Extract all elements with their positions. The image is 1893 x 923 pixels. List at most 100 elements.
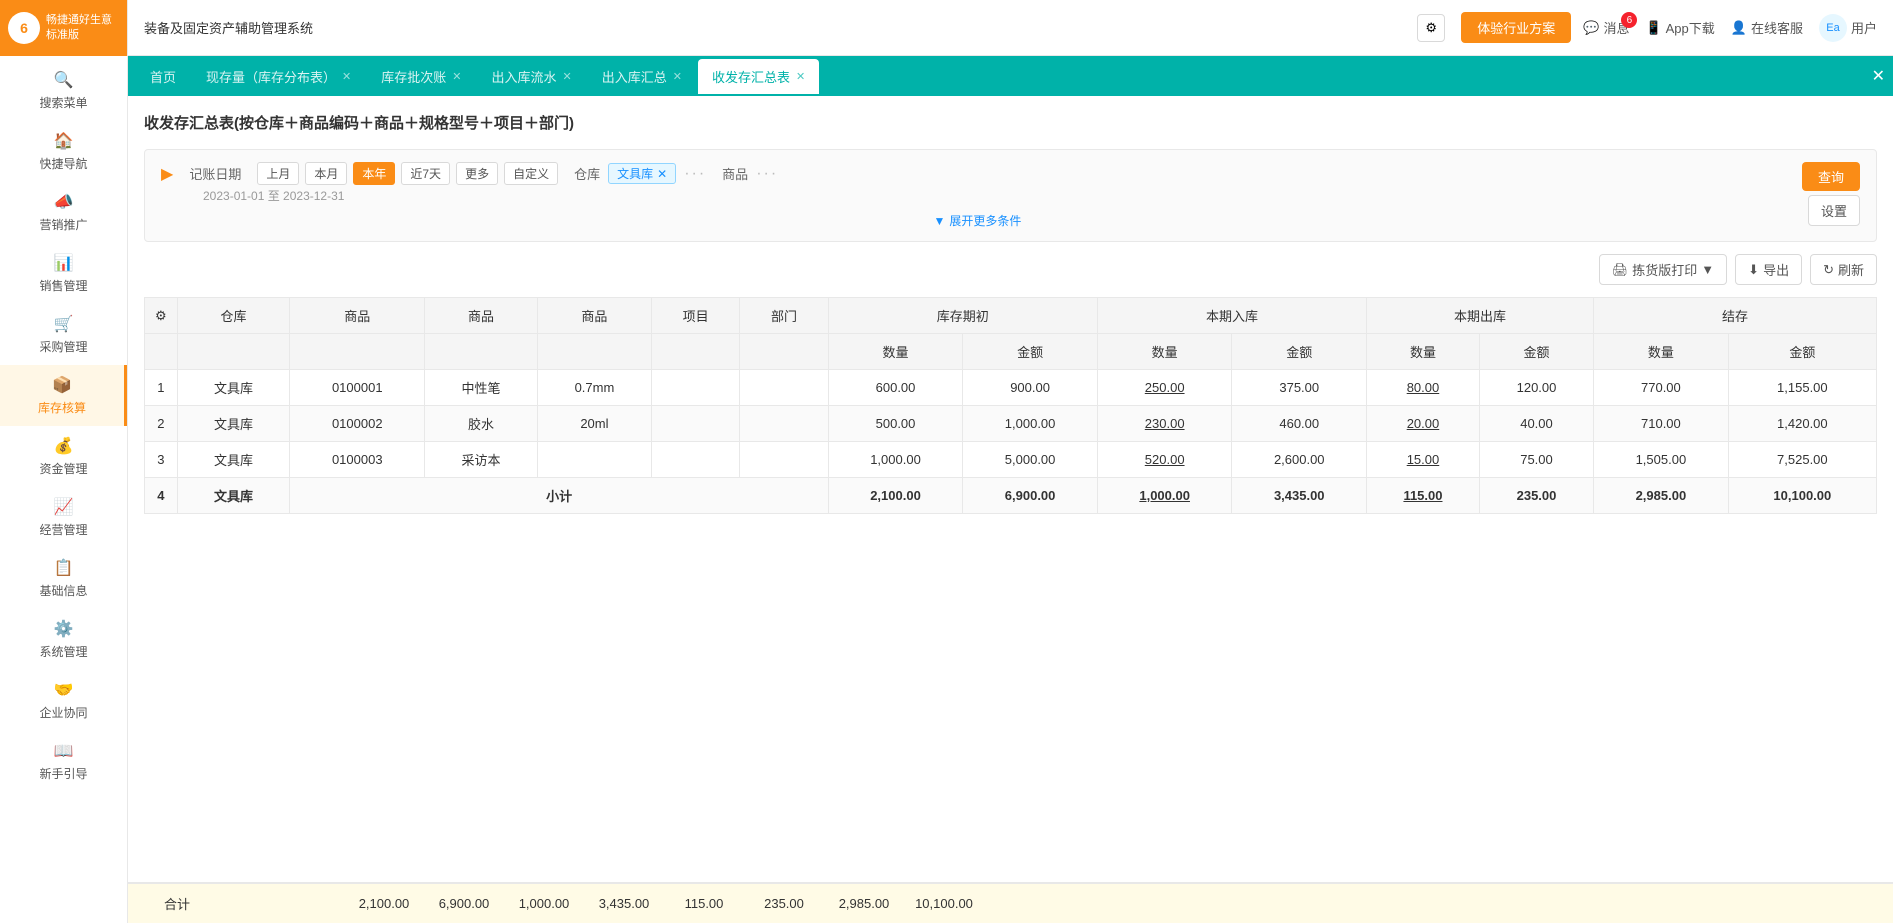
refresh-label: 刷新 <box>1838 260 1864 279</box>
row-out-qty[interactable]: 15.00 <box>1367 442 1480 478</box>
row-department <box>740 442 828 478</box>
tab-close-icon[interactable]: ✕ <box>563 70 572 83</box>
refresh-icon: ↻ <box>1823 262 1834 278</box>
marketing-icon: 📣 <box>54 192 74 212</box>
sidebar-item-system[interactable]: ⚙️系统管理 <box>0 609 127 670</box>
date-label: 记账日期 <box>189 164 241 183</box>
date-btn-自定义[interactable]: 自定义 <box>504 162 558 185</box>
logo-icon: 6 <box>8 12 40 44</box>
tab-close-icon[interactable]: ✕ <box>342 70 351 83</box>
tab-close-icon[interactable]: ✕ <box>673 70 682 83</box>
online-service-label: 在线客服 <box>1751 18 1803 37</box>
sidebar-item-business[interactable]: 📈 经营管理 <box>0 487 127 548</box>
page-title: 收发存汇总表(按仓库＋商品编码＋商品＋规格型号＋项目＋部门) <box>144 112 1877 133</box>
col-no-sub <box>145 334 178 370</box>
total-in-amt: 3,435.00 <box>584 892 664 915</box>
sidebar-item-purchase[interactable]: 🛒采购管理 <box>0 304 127 365</box>
sidebar-item-search[interactable]: 🔍搜索菜单 <box>0 60 127 121</box>
sidebar-item-guide[interactable]: 📖新手引导 <box>0 731 127 792</box>
main-area: 装备及固定资产辅助管理系统 ⚙ 体验行业方案 💬 消息 6 📱 App下载 👤 … <box>128 0 1893 923</box>
sidebar-item-quick-nav[interactable]: 🏠快捷导航 <box>0 121 127 182</box>
print-dropdown-icon: ▼ <box>1701 262 1714 277</box>
experience-button[interactable]: 体验行业方案 <box>1461 12 1571 43</box>
user-button[interactable]: Ea 用户 <box>1819 14 1877 42</box>
export-button[interactable]: ⬇ 导出 <box>1735 254 1802 285</box>
table-row: 3 文具库 0100003 采访本 1,000.00 5,000.00 520.… <box>145 442 1877 478</box>
print-button[interactable]: 🖨 拣货版打印 ▼ <box>1599 254 1727 285</box>
date-btn-上月[interactable]: 上月 <box>257 162 299 185</box>
tab-home[interactable]: 首页 <box>136 59 190 94</box>
row-goods-code: 0100002 <box>290 406 425 442</box>
sidebar-item-basic[interactable]: 📋基础信息 <box>0 548 127 609</box>
business-icon: 📈 <box>54 497 74 517</box>
goods-more-dots[interactable]: ··· <box>756 165 778 183</box>
row-opening-amt: 900.00 <box>963 370 1098 406</box>
col-department: 部门 <box>740 298 828 334</box>
row-out-qty[interactable]: 80.00 <box>1367 370 1480 406</box>
warehouse-tag-text: 文具库 <box>617 165 653 182</box>
total-label: 合计 <box>144 894 344 913</box>
sidebar-item-cooperation[interactable]: 🤝企业协同 <box>0 670 127 731</box>
row-in-qty[interactable]: 250.00 <box>1097 370 1232 406</box>
col-group-in: 本期入库 <box>1097 298 1366 334</box>
sidebar-item-inventory[interactable]: 📦库存核算 <box>0 365 127 426</box>
subtotal-in-qty[interactable]: 1,000.00 <box>1097 478 1232 514</box>
date-btn-本月[interactable]: 本月 <box>305 162 347 185</box>
online-service-button[interactable]: 👤 在线客服 <box>1731 18 1803 37</box>
sidebar-item-finance[interactable]: 💰资金管理 <box>0 426 127 487</box>
message-button[interactable]: 💬 消息 6 <box>1583 18 1629 37</box>
sidebar-item-label: 资金管理 <box>39 460 87 477</box>
row-goods-name: 采访本 <box>425 442 538 478</box>
tab-recv-send[interactable]: 收发存汇总表✕ <box>698 59 819 94</box>
online-service-icon: 👤 <box>1731 20 1747 36</box>
row-out-qty[interactable]: 20.00 <box>1367 406 1480 442</box>
row-warehouse: 文具库 <box>177 370 290 406</box>
tab-stock-flow[interactable]: 出入库流水✕ <box>477 59 585 94</box>
settings-icon[interactable]: ⚙ <box>1417 14 1445 42</box>
col-warehouse: 仓库 <box>177 298 290 334</box>
warehouse-label: 仓库 <box>574 164 600 183</box>
data-table: ⚙ 仓库 商品 商品 商品 项目 部门 库存期初 本期入库 本期出库 结存 <box>144 297 1877 514</box>
sidebar-item-marketing[interactable]: 📣营销推广 <box>0 182 127 243</box>
row-opening-qty: 1,000.00 <box>828 442 963 478</box>
close-all-tabs-button[interactable]: ✕ <box>1872 66 1885 86</box>
app-download-button[interactable]: 📱 App下载 <box>1645 18 1714 37</box>
warehouse-tag-close-icon[interactable]: ✕ <box>657 167 667 181</box>
col-project: 项目 <box>652 298 740 334</box>
warehouse-tag[interactable]: 文具库 ✕ <box>608 163 676 184</box>
tab-close-icon[interactable]: ✕ <box>452 70 461 83</box>
tab-stock-summary[interactable]: 出入库汇总✕ <box>588 59 696 94</box>
tab-close-icon[interactable]: ✕ <box>796 70 805 83</box>
col-proj-sub <box>652 334 740 370</box>
filter-arrow-icon[interactable]: ▶ <box>161 164 173 184</box>
date-btn-近7天[interactable]: 近7天 <box>401 162 450 185</box>
row-goods-name: 中性笔 <box>425 370 538 406</box>
sidebar-item-label: 经营管理 <box>39 521 87 538</box>
subtotal-out-qty[interactable]: 115.00 <box>1367 478 1480 514</box>
col-goods-spec: 商品 <box>537 298 651 334</box>
date-btn-更多[interactable]: 更多 <box>456 162 498 185</box>
sidebar-item-sales[interactable]: 📊销售管理 <box>0 243 127 304</box>
inventory-icon: 📦 <box>52 375 72 395</box>
tab-stock-dist[interactable]: 现存量（库存分布表）✕ <box>192 59 365 94</box>
basic-icon: 📋 <box>54 558 74 578</box>
query-button[interactable]: 查询 <box>1802 162 1860 191</box>
row-balance-amt: 1,420.00 <box>1728 406 1876 442</box>
col-warehouse-sub <box>177 334 290 370</box>
refresh-button[interactable]: ↻ 刷新 <box>1810 254 1877 285</box>
expand-more-button[interactable]: ▼ 展开更多条件 <box>161 212 1794 229</box>
tab-stock-batch[interactable]: 库存批次账✕ <box>367 59 475 94</box>
row-warehouse: 文具库 <box>177 442 290 478</box>
col-group-opening: 库存期初 <box>828 298 1097 334</box>
row-department <box>740 406 828 442</box>
row-in-qty[interactable]: 520.00 <box>1097 442 1232 478</box>
row-in-amt: 460.00 <box>1232 406 1367 442</box>
row-in-qty[interactable]: 230.00 <box>1097 406 1232 442</box>
filter-bar: ▶ 记账日期 上月本月本年近7天更多自定义 仓库 文具库 ✕ ··· <box>144 149 1877 242</box>
warehouse-more-dots[interactable]: ··· <box>684 165 706 183</box>
sidebar-item-label: 快捷导航 <box>39 155 87 172</box>
system-title: 装备及固定资产辅助管理系统 <box>144 18 1405 37</box>
filter-settings-button[interactable]: 设置 <box>1808 195 1860 226</box>
date-btn-本年[interactable]: 本年 <box>353 162 395 185</box>
sidebar-item-label: 系统管理 <box>39 643 87 660</box>
